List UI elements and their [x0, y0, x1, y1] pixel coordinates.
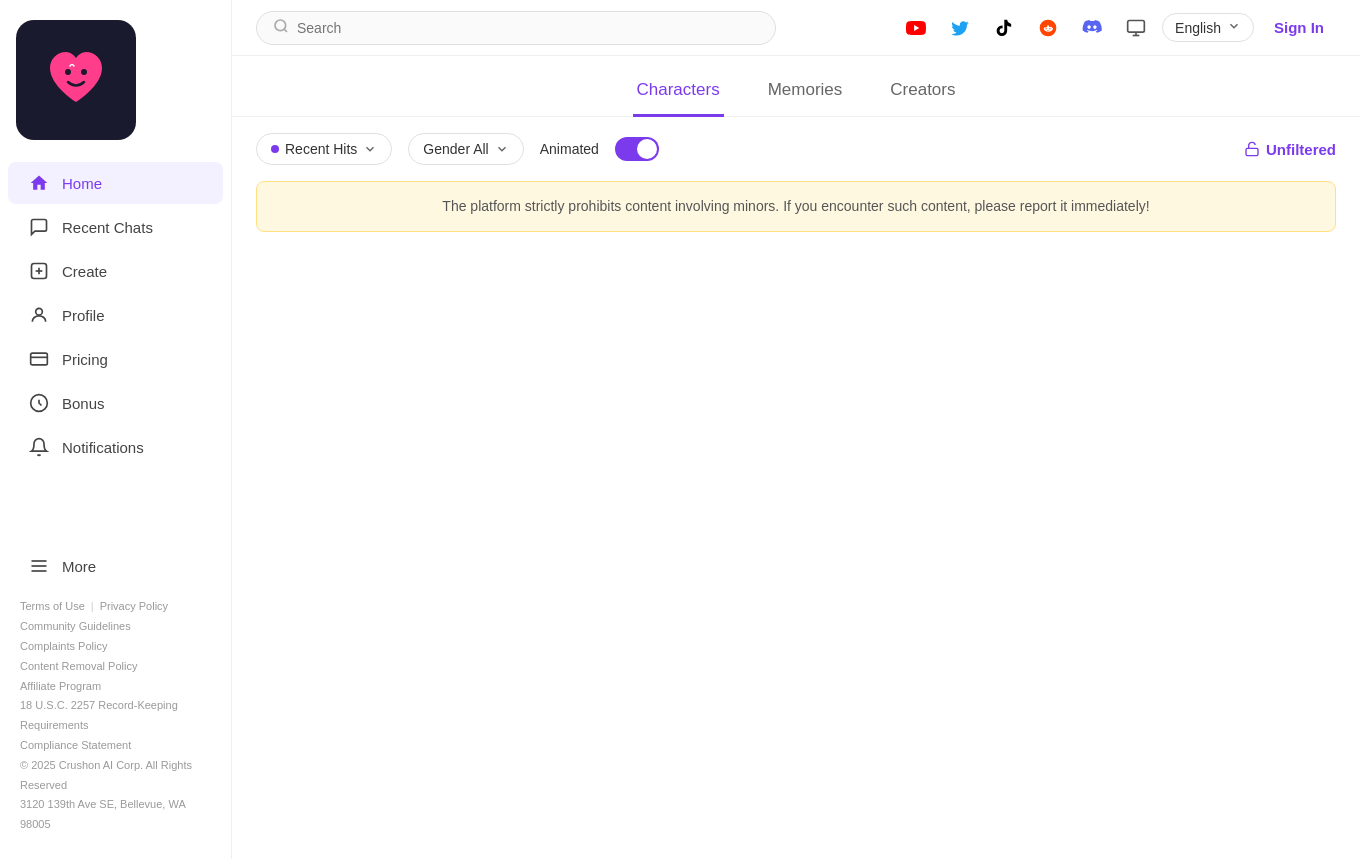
chevron-down-icon	[1227, 19, 1241, 36]
sidebar-navigation: Home Recent Chats Create Profile Pricing	[0, 152, 231, 543]
unfiltered-badge[interactable]: Unfiltered	[1244, 141, 1336, 158]
animated-toggle[interactable]	[615, 137, 659, 161]
sidebar-item-create[interactable]: Create	[8, 250, 223, 292]
chevron-down-icon	[495, 142, 509, 156]
sidebar-recent-chats-label: Recent Chats	[62, 219, 153, 236]
copyright-text: © 2025 Crushon AI Corp. All Rights Reser…	[20, 756, 211, 796]
warning-text: The platform strictly prohibits content …	[442, 198, 1149, 214]
twitter-icon[interactable]	[942, 10, 978, 46]
affiliate-link[interactable]: Affiliate Program	[20, 680, 101, 692]
filter-bar: Recent Hits Gender All Animated Unfilter…	[232, 117, 1360, 181]
language-selector[interactable]: English	[1162, 13, 1254, 42]
warning-banner: The platform strictly prohibits content …	[256, 181, 1336, 232]
pricing-icon	[28, 348, 50, 370]
toggle-thumb	[637, 139, 657, 159]
bonus-icon	[28, 392, 50, 414]
tab-memories[interactable]: Memories	[764, 72, 847, 117]
complaints-link[interactable]: Complaints Policy	[20, 640, 107, 652]
animated-label: Animated	[540, 141, 599, 157]
svg-rect-6	[31, 353, 48, 365]
sidebar-item-recent-chats[interactable]: Recent Chats	[8, 206, 223, 248]
sidebar-item-pricing[interactable]: Pricing	[8, 338, 223, 380]
svg-point-5	[36, 308, 43, 315]
content-removal-link[interactable]: Content Removal Policy	[20, 660, 137, 672]
usc-text: 18 U.S.C. 2257 Record-Keeping Requiremen…	[20, 696, 211, 736]
svg-point-0	[65, 69, 71, 75]
discord-icon[interactable]	[1074, 10, 1110, 46]
app-logo[interactable]	[16, 20, 136, 140]
sidebar-more-button[interactable]: More	[8, 545, 223, 587]
tiktok-icon[interactable]	[986, 10, 1022, 46]
topbar: English Sign In	[232, 0, 1360, 56]
sidebar-notifications-label: Notifications	[62, 439, 144, 456]
sidebar-item-home[interactable]: Home	[8, 162, 223, 204]
svg-rect-15	[1128, 20, 1145, 32]
reddit-icon[interactable]	[1030, 10, 1066, 46]
content-area: Characters Memories Creators Recent Hits…	[232, 56, 1360, 859]
tab-creators[interactable]: Creators	[886, 72, 959, 117]
create-icon	[28, 260, 50, 282]
tab-characters[interactable]: Characters	[633, 72, 724, 117]
bell-icon	[28, 436, 50, 458]
logo-icon	[40, 44, 112, 116]
topbar-icons: English Sign In	[898, 10, 1336, 46]
profile-icon	[28, 304, 50, 326]
sidebar-profile-label: Profile	[62, 307, 105, 324]
svg-point-1	[81, 69, 87, 75]
privacy-link[interactable]: Privacy Policy	[100, 597, 168, 617]
tabs: Characters Memories Creators	[232, 56, 1360, 117]
sidebar-home-label: Home	[62, 175, 102, 192]
youtube-icon[interactable]	[898, 10, 934, 46]
sidebar-item-bonus[interactable]: Bonus	[8, 382, 223, 424]
sidebar-create-label: Create	[62, 263, 107, 280]
more-label: More	[62, 558, 96, 575]
address-text: 3120 139th Ave SE, Bellevue, WA 98005	[20, 795, 211, 835]
sidebar-pricing-label: Pricing	[62, 351, 108, 368]
gender-filter[interactable]: Gender All	[408, 133, 523, 165]
search-icon	[273, 18, 289, 38]
recent-hits-filter[interactable]: Recent Hits	[256, 133, 392, 165]
filter-dot-icon	[271, 145, 279, 153]
search-box[interactable]	[256, 11, 776, 45]
gender-label: Gender All	[423, 141, 488, 157]
recent-hits-label: Recent Hits	[285, 141, 357, 157]
sidebar-item-profile[interactable]: Profile	[8, 294, 223, 336]
monitor-icon[interactable]	[1118, 10, 1154, 46]
unfiltered-label: Unfiltered	[1266, 141, 1336, 158]
svg-rect-18	[1246, 148, 1258, 155]
compliance-text: Compliance Statement	[20, 736, 211, 756]
community-link[interactable]: Community Guidelines	[20, 620, 131, 632]
home-icon	[28, 172, 50, 194]
sign-in-button[interactable]: Sign In	[1262, 13, 1336, 42]
terms-link[interactable]: Terms of Use	[20, 597, 85, 617]
main-content: English Sign In Characters Memories Crea…	[232, 0, 1360, 859]
lang-label: English	[1175, 20, 1221, 36]
svg-point-12	[275, 20, 286, 31]
chevron-down-icon	[363, 142, 377, 156]
sidebar: Home Recent Chats Create Profile Pricing	[0, 0, 232, 859]
chat-icon	[28, 216, 50, 238]
lock-open-icon	[1244, 141, 1260, 157]
sidebar-footer: Terms of Use | Privacy Policy Community …	[0, 589, 231, 843]
svg-line-13	[284, 29, 287, 32]
sidebar-bonus-label: Bonus	[62, 395, 105, 412]
sidebar-item-notifications[interactable]: Notifications	[8, 426, 223, 468]
more-icon	[28, 555, 50, 577]
search-input[interactable]	[297, 20, 759, 36]
